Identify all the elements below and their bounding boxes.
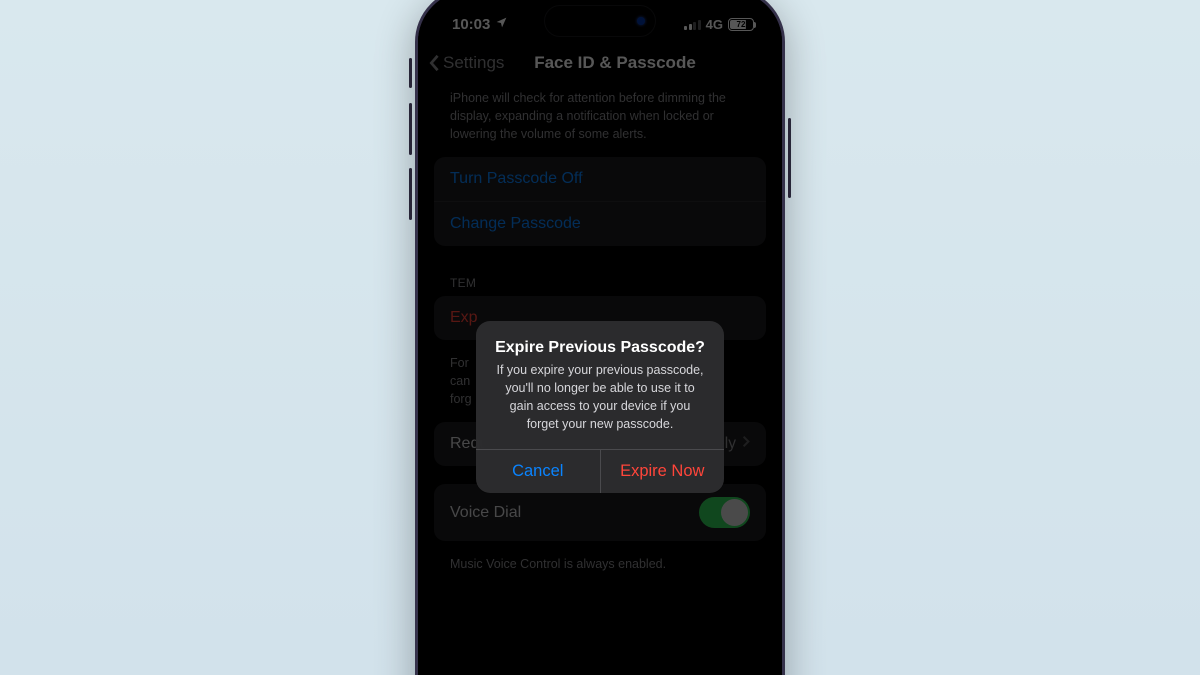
expire-now-button[interactable]: Expire Now [600, 450, 725, 493]
alert-title: Expire Previous Passcode? [492, 339, 708, 357]
expire-passcode-alert: Expire Previous Passcode? If you expire … [476, 321, 724, 494]
cancel-button[interactable]: Cancel [476, 450, 600, 493]
iphone-frame: 10:03 4G 72 [415, 0, 785, 675]
alert-actions: Cancel Expire Now [476, 449, 724, 493]
alert-message: If you expire your previous passcode, yo… [492, 361, 708, 434]
